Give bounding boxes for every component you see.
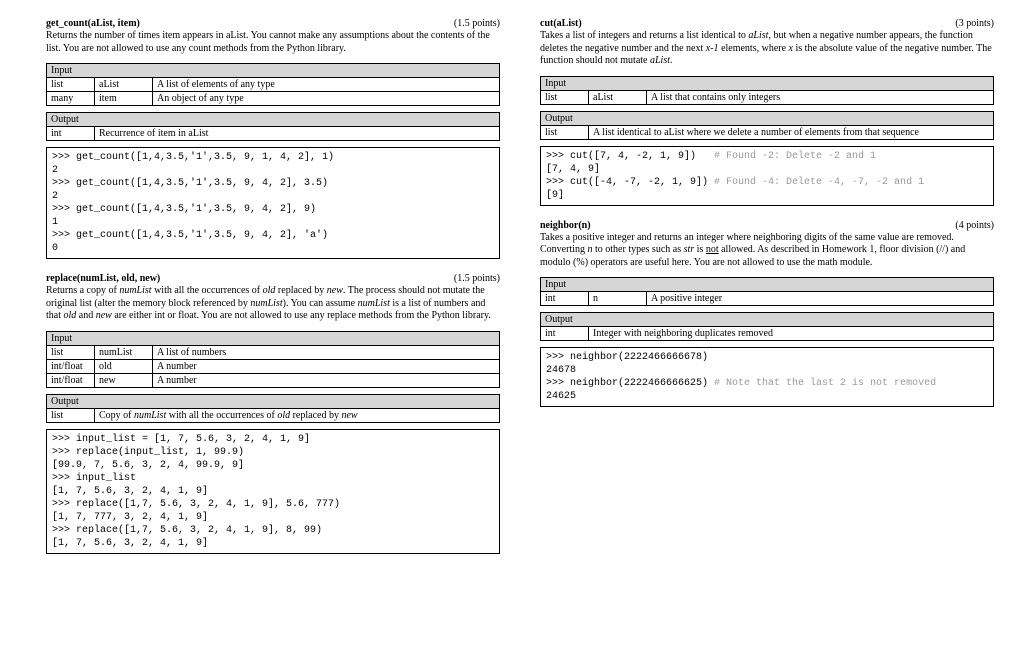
cell: old [95, 359, 153, 373]
code: [7, 4, 9] >>> cut([-4, -7, -2, 1, 9]) [546, 164, 714, 188]
input-header: Input [541, 278, 994, 292]
code: 24625 [546, 391, 576, 402]
left-column: get_count(aList, item) (1.5 points) Retu… [46, 18, 500, 655]
cell: int/float [47, 373, 95, 387]
input-header: Input [47, 331, 500, 345]
input-table: Input list aList A list of elements of a… [46, 63, 500, 106]
code-example: >>> get_count([1,4,3.5,'1',3.5, 9, 1, 4,… [46, 147, 500, 259]
func-desc: Returns the number of times item appears… [46, 30, 500, 55]
code-example: >>> neighbor(2222466666678) 24678 >>> ne… [540, 347, 994, 407]
cell: aList [589, 90, 647, 104]
cell: item [95, 92, 153, 106]
func-get-count: get_count(aList, item) (1.5 points) Retu… [46, 18, 500, 259]
cell: A number [153, 359, 500, 373]
code-comment: # Found -4: Delete -4, -7, -2 and 1 [714, 177, 924, 188]
code: >>> neighbor(2222466666678) 24678 >>> ne… [546, 352, 714, 389]
cell: aList [95, 78, 153, 92]
func-sig: cut(aList) [540, 18, 582, 29]
cell: Copy of numList with all the occurrences… [95, 408, 500, 422]
cell: int [541, 292, 589, 306]
input-table: Input list numList A list of numbers int… [46, 331, 500, 388]
output-table: Output list A list identical to aList wh… [540, 111, 994, 140]
cell: Recurrence of item in aList [95, 127, 500, 141]
func-sig: neighbor(n) [540, 220, 591, 231]
output-table: Output list Copy of numList with all the… [46, 394, 500, 423]
cell: A list of numbers [153, 345, 500, 359]
output-header: Output [47, 394, 500, 408]
cell: A list that contains only integers [647, 90, 994, 104]
func-points: (4 points) [955, 220, 994, 231]
output-table: Output int Integer with neighboring dupl… [540, 312, 994, 341]
func-replace: replace(numList, old, new) (1.5 points) … [46, 273, 500, 554]
func-neighbor: neighbor(n) (4 points) Takes a positive … [540, 220, 994, 408]
cell: list [47, 408, 95, 422]
cell: list [47, 345, 95, 359]
func-header: cut(aList) (3 points) [540, 18, 994, 29]
func-points: (1.5 points) [454, 18, 500, 29]
cell: new [95, 373, 153, 387]
func-desc: Takes a positive integer and returns an … [540, 232, 994, 270]
cell: numList [95, 345, 153, 359]
func-sig: replace(numList, old, new) [46, 273, 160, 284]
cell: Integer with neighboring duplicates remo… [589, 327, 994, 341]
cell: many [47, 92, 95, 106]
func-header: neighbor(n) (4 points) [540, 220, 994, 231]
cell: A number [153, 373, 500, 387]
output-header: Output [541, 313, 994, 327]
cell: A positive integer [647, 292, 994, 306]
func-desc: Returns a copy of numList with all the o… [46, 285, 500, 323]
func-desc: Takes a list of integers and returns a l… [540, 30, 994, 68]
cell: int [541, 327, 589, 341]
code: >>> cut([7, 4, -2, 1, 9]) [546, 151, 714, 162]
code: [9] [546, 190, 564, 201]
code-example: >>> input_list = [1, 7, 5.6, 3, 2, 4, 1,… [46, 429, 500, 554]
output-header: Output [541, 111, 994, 125]
func-header: replace(numList, old, new) (1.5 points) [46, 273, 500, 284]
input-header: Input [47, 64, 500, 78]
right-column: cut(aList) (3 points) Takes a list of in… [540, 18, 994, 655]
func-sig: get_count(aList, item) [46, 18, 140, 29]
code-comment: # Note that the last 2 is not removed [714, 378, 936, 389]
cell: An object of any type [153, 92, 500, 106]
cell: A list of elements of any type [153, 78, 500, 92]
code-example: >>> cut([7, 4, -2, 1, 9]) # Found -2: De… [540, 146, 994, 206]
cell: list [47, 78, 95, 92]
cell: int [47, 127, 95, 141]
cell: n [589, 292, 647, 306]
func-cut: cut(aList) (3 points) Takes a list of in… [540, 18, 994, 206]
cell: int/float [47, 359, 95, 373]
cell: list [541, 90, 589, 104]
cell: list [541, 125, 589, 139]
cell: A list identical to aList where we delet… [589, 125, 994, 139]
func-points: (3 points) [955, 18, 994, 29]
input-header: Input [541, 76, 994, 90]
code-comment: # Found -2: Delete -2 and 1 [714, 151, 876, 162]
func-points: (1.5 points) [454, 273, 500, 284]
output-table: Output int Recurrence of item in aList [46, 112, 500, 141]
func-header: get_count(aList, item) (1.5 points) [46, 18, 500, 29]
output-header: Output [47, 113, 500, 127]
input-table: Input list aList A list that contains on… [540, 76, 994, 105]
page: get_count(aList, item) (1.5 points) Retu… [0, 0, 1024, 665]
input-table: Input int n A positive integer [540, 277, 994, 306]
